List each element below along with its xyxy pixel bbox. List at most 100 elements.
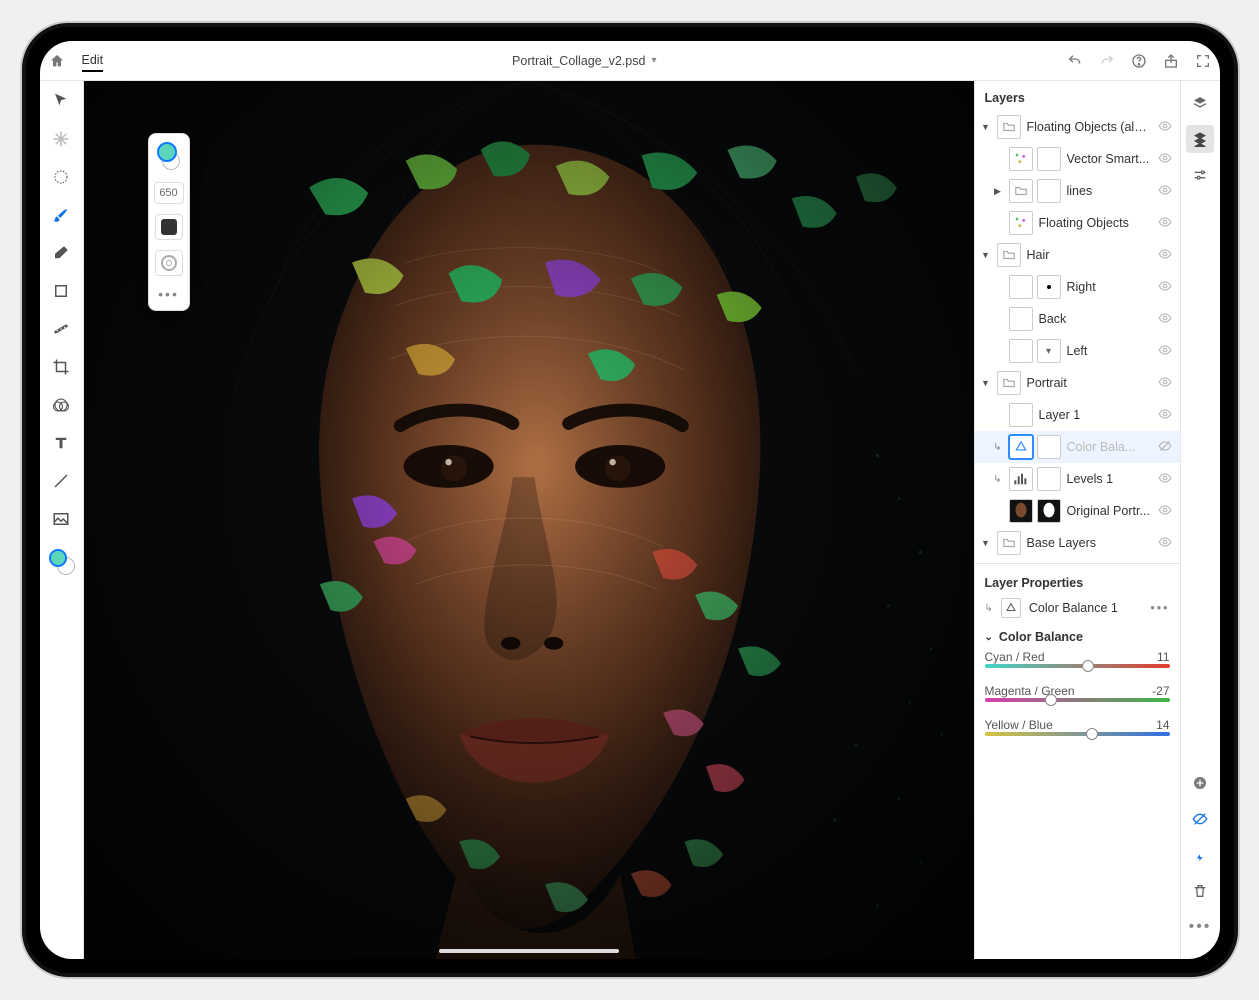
layer-thumb-fx[interactable] [1009,147,1033,171]
layer-stack-icon[interactable] [1186,125,1214,153]
layer-thumb-blank[interactable] [1009,275,1033,299]
visibility-icon[interactable] [1158,343,1174,360]
eraser-tool[interactable] [49,241,73,265]
layer-thumb-blank[interactable] [1009,307,1033,331]
slider-track[interactable] [985,732,1170,748]
visibility-icon[interactable] [1158,311,1174,328]
layer-thumb-blank[interactable] [1009,339,1033,363]
visibility-icon[interactable] [1158,151,1174,168]
layer-row[interactable]: Layer 1 [975,399,1180,431]
healing-tool[interactable] [49,317,73,341]
layer-thumb-dotmask[interactable] [1037,275,1061,299]
visibility-toggle-button[interactable] [1186,805,1214,833]
layer-row[interactable]: ↳Color Bala... [975,431,1180,463]
layer-thumb-blank[interactable] [1009,403,1033,427]
layer-thumb-chevmask[interactable]: ▾ [1037,339,1061,363]
slider-track[interactable] [985,698,1170,714]
disclosure-icon[interactable]: ↳ [993,442,1003,453]
layer-group-row[interactable]: ▼Base Layers [975,527,1180,559]
slider-knob[interactable] [1045,694,1057,706]
layer-thumb-folder[interactable] [997,531,1021,555]
undo-button[interactable] [1066,52,1084,70]
home-icon[interactable] [48,52,66,70]
visibility-icon[interactable] [1158,407,1174,424]
layer-thumb-levels[interactable] [1009,467,1033,491]
line-tool[interactable] [49,469,73,493]
document-title[interactable]: Portrait_Collage_v2.psd ▾ [111,54,1057,68]
disclosure-icon[interactable]: ↳ [993,474,1003,485]
lasso-tool[interactable] [49,165,73,189]
brush-more-button[interactable]: ••• [158,286,179,302]
visibility-icon[interactable] [1158,503,1174,520]
move-tool[interactable] [49,89,73,113]
layer-thumb-mask[interactable] [1037,179,1061,203]
visibility-icon[interactable] [1158,279,1174,296]
brush-hardness-hard[interactable] [155,214,183,240]
disclosure-icon[interactable]: ▼ [981,250,991,260]
layer-row[interactable]: Right [975,271,1180,303]
color-swatches[interactable] [49,549,73,573]
place-image-tool[interactable] [49,507,73,531]
slider-knob[interactable] [1086,728,1098,740]
delete-layer-button[interactable] [1186,877,1214,905]
layer-row[interactable]: Vector Smart... [975,143,1180,175]
more-actions-button[interactable]: ••• [1186,913,1214,941]
adjustment-type-icon[interactable] [1001,598,1021,618]
layer-row[interactable]: ↳Levels 1 [975,463,1180,495]
help-button[interactable] [1130,52,1148,70]
layer-thumb-mask[interactable] [1037,467,1061,491]
foreground-color-swatch[interactable] [49,549,67,567]
disclosure-icon[interactable]: ▼ [981,378,991,388]
share-button[interactable] [1162,52,1180,70]
disclosure-icon[interactable]: ▼ [981,538,991,548]
layer-thumb-folder[interactable] [997,371,1021,395]
layer-group-row[interactable]: ▶lines [975,175,1180,207]
layer-group-row[interactable]: ▼Hair [975,239,1180,271]
visibility-icon[interactable] [1158,247,1174,264]
layer-group-row[interactable]: ▼Floating Objects (alway... [975,111,1180,143]
layer-thumb-folder[interactable] [997,115,1021,139]
layer-thumb-fx[interactable] [1009,211,1033,235]
type-tool[interactable] [49,431,73,455]
crop-tool[interactable] [49,355,73,379]
adjustments-icon[interactable] [1186,161,1214,189]
transform-tool[interactable] [49,127,73,151]
layer-row[interactable]: Back [975,303,1180,335]
layer-thumb-mask[interactable] [1037,147,1061,171]
visibility-icon[interactable] [1158,119,1174,136]
layer-group-row[interactable]: ▼Portrait [975,367,1180,399]
visibility-icon[interactable] [1158,375,1174,392]
fullscreen-button[interactable] [1194,52,1212,70]
mode-edit[interactable]: Edit [82,50,104,72]
slider-track[interactable] [985,664,1170,680]
disclosure-icon[interactable]: ▶ [993,186,1003,197]
add-layer-button[interactable] [1186,769,1214,797]
layer-thumb-portraitmask[interactable] [1037,499,1061,523]
layer-properties-more[interactable]: ••• [1150,601,1169,615]
color-balance-slider[interactable]: Magenta / Green-27 [975,680,1180,714]
layer-thumb-mask[interactable] [1037,435,1061,459]
brush-hardness-soft[interactable] [155,250,183,276]
brush-tool[interactable] [49,203,73,227]
color-balance-header[interactable]: ⌄ Color Balance [975,622,1180,646]
layer-row[interactable]: Floating Objects [975,207,1180,239]
layer-thumb-adj-sel[interactable] [1009,435,1033,459]
visibility-icon[interactable] [1158,471,1174,488]
layer-thumb-portrait[interactable] [1009,499,1033,523]
layers-icon[interactable] [1186,89,1214,117]
clip-button[interactable] [1186,841,1214,869]
layer-thumb-folder[interactable] [1009,179,1033,203]
visibility-off-icon[interactable] [1158,439,1174,456]
slider-knob[interactable] [1082,660,1094,672]
redo-button[interactable] [1098,52,1116,70]
visibility-icon[interactable] [1158,183,1174,200]
layer-row[interactable]: ▾Left [975,335,1180,367]
canvas[interactable]: 650 ••• [84,81,974,959]
fill-tool[interactable] [49,279,73,303]
visibility-icon[interactable] [1158,535,1174,552]
layer-thumb-folder[interactable] [997,243,1021,267]
color-balance-slider[interactable]: Yellow / Blue14 [975,714,1180,748]
disclosure-icon[interactable]: ▼ [981,122,991,132]
brush-fg-swatch[interactable] [157,142,177,162]
brush-options-panel[interactable]: 650 ••• [148,133,190,311]
